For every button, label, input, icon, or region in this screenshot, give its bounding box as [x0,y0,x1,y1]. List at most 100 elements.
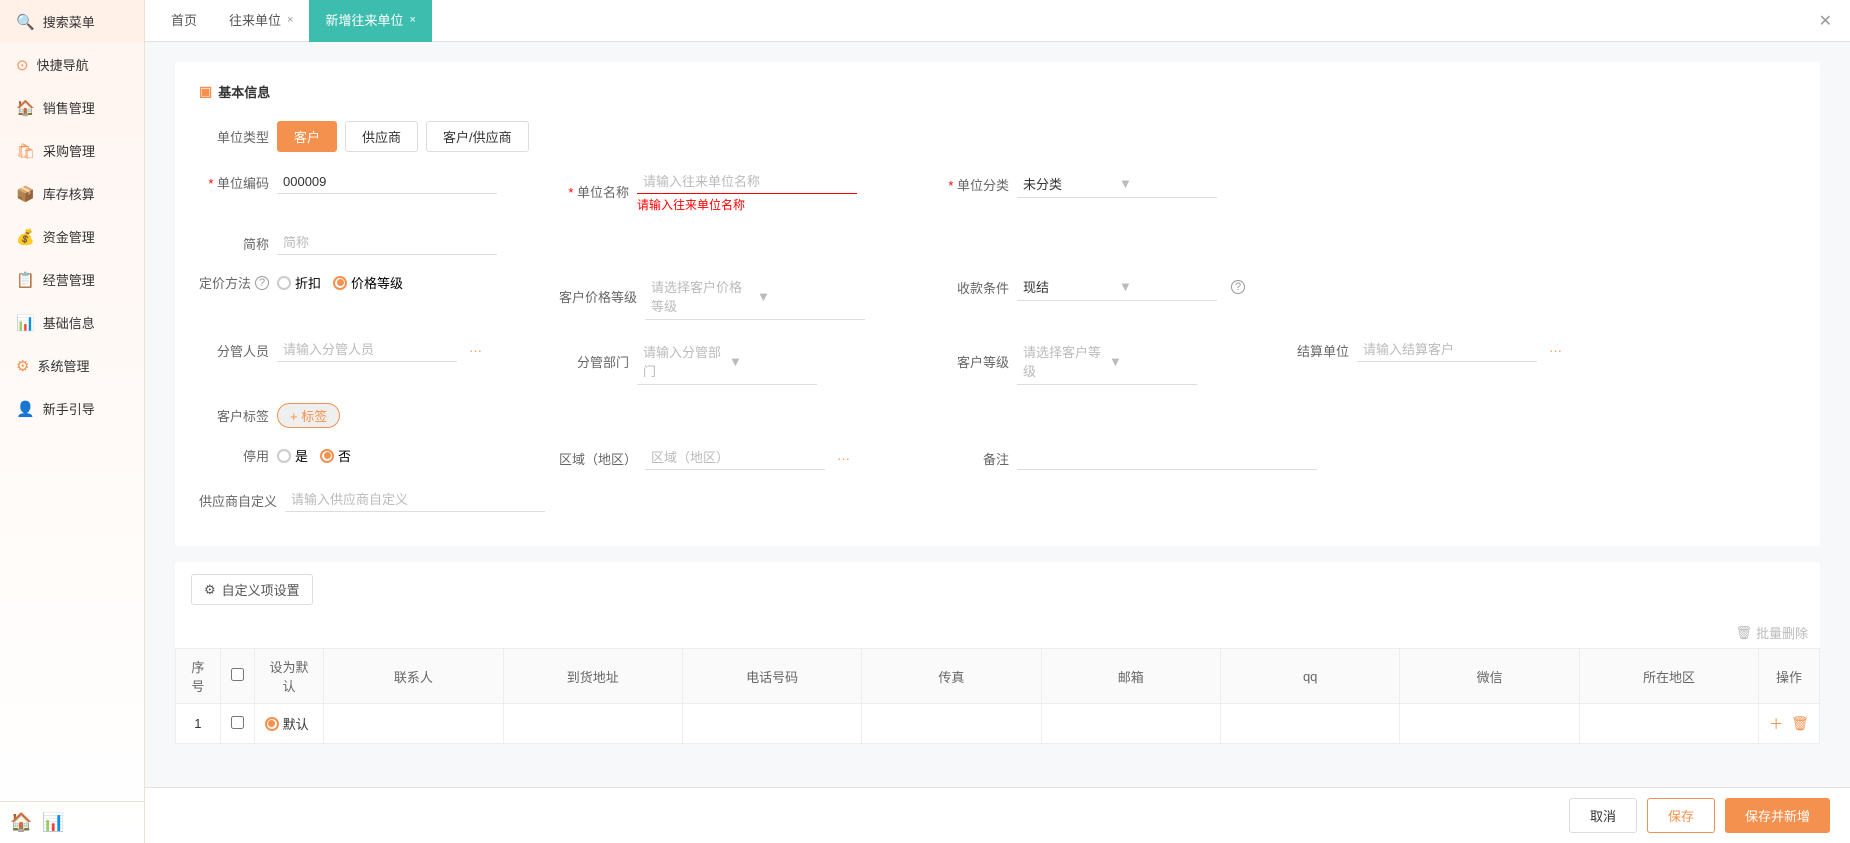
pricing-radio-group: 折扣 价格等级 [277,273,403,292]
sidebar-label-basic: 基础信息 [43,313,95,332]
quicknav-icon: ⊙ [16,56,29,74]
save-add-button[interactable]: 保存并新增 [1725,798,1830,833]
unit-code-input[interactable] [277,170,497,194]
tab-new-partner-close[interactable]: × [409,14,415,26]
type-btn-customer[interactable]: 客户 [277,121,337,152]
tab-partners-close[interactable]: × [287,14,293,26]
disabled-region-row: 停用 是 否 区域（地区） ··· [199,446,1796,470]
payment-condition-select[interactable]: 现结 ▼ [1017,273,1217,301]
cell-phone[interactable] [682,704,861,744]
sidebar-item-inventory[interactable]: 📦 库存核算 [0,172,144,215]
unit-name-input[interactable] [637,170,857,194]
unit-category-group: 单位分类 未分类 ▼ [939,170,1289,198]
pricing-radio-discount[interactable]: 折扣 [277,273,321,292]
pricing-row: 定价方法 ? 折扣 价格等级 客户 [199,273,1796,320]
tab-home[interactable]: 首页 [155,0,213,42]
add-row-button[interactable]: ＋ [1769,714,1783,734]
col-address: 到货地址 [503,649,682,704]
pricing-method-label: 定价方法 ? [199,273,269,292]
unit-type-group: 单位类型 客户 供应商 客户/供应商 [199,121,799,152]
sales-icon: 🏠 [16,99,35,117]
section-icon: ▣ [199,83,212,100]
region-cell-input[interactable] [1590,712,1748,735]
delete-row-button[interactable]: 🗑 [1791,715,1809,732]
type-btn-supplier[interactable]: 供应商 [345,121,418,152]
customer-price-level-select[interactable]: 请选择客户价格等级 ▼ [645,273,865,320]
finance-icon: 💰 [16,228,35,246]
manager-input[interactable] [277,338,457,362]
manager-more-btn[interactable]: ··· [465,343,486,358]
phone-input[interactable] [693,712,851,735]
unit-code-group: 单位编码 [199,170,539,194]
sidebar-item-purchase[interactable]: 🛍 采购管理 [0,129,144,172]
department-group: 分管部门 请输入分管部门 ▼ [559,338,919,385]
sidebar-item-finance[interactable]: 💰 资金管理 [0,215,144,258]
fax-input[interactable] [872,712,1030,735]
remark-input[interactable] [1017,446,1317,470]
table-section: ⚙ 自定义项设置 🗑 批量删除 序号 设为默认 联系人 到货地址 [175,562,1820,744]
add-tag-button[interactable]: + 标签 [277,403,340,428]
default-radio[interactable]: 默认 [265,714,313,733]
region-more-btn[interactable]: ··· [833,451,854,466]
save-button[interactable]: 保存 [1647,798,1715,833]
col-checkbox [220,649,254,704]
sidebar-item-operation[interactable]: 📋 经营管理 [0,258,144,301]
short-name-input[interactable] [277,231,497,255]
unit-type-label: 单位类型 [199,127,269,146]
email-input[interactable] [1052,712,1210,735]
supplier-custom-input[interactable] [285,488,545,512]
tab-new-partner[interactable]: 新增往来单位 × [309,0,431,42]
cell-address[interactable] [503,704,682,744]
gear-icon: ⚙ [204,582,216,598]
table-actions-bar: 🗑 批量删除 [175,617,1820,648]
tab-partners[interactable]: 往来单位 × [213,0,309,42]
sidebar-bottom-home-icon[interactable]: 🏠 [10,812,32,833]
customer-level-arrow: ▼ [1109,354,1191,369]
unit-category-select[interactable]: 未分类 ▼ [1017,170,1217,198]
customer-level-select[interactable]: 请选择客户等级 ▼ [1017,338,1197,385]
region-input[interactable] [645,446,825,470]
default-label: 默认 [283,714,309,733]
sidebar-item-search[interactable]: 🔍 搜索菜单 [0,0,144,43]
sidebar-item-sales[interactable]: 🏠 销售管理 [0,86,144,129]
row-checkbox[interactable] [231,716,244,729]
supplier-custom-row: 供应商自定义 [199,488,1796,512]
contact-input[interactable] [334,712,492,735]
settlement-more-btn[interactable]: ··· [1545,343,1566,358]
custom-settings-button[interactable]: ⚙ 自定义项设置 [191,574,313,605]
cell-index: 1 [176,704,221,744]
tabs-global-close[interactable]: ✕ [1811,11,1840,31]
short-name-label: 简称 [199,234,269,253]
settlement-input[interactable] [1357,338,1537,362]
select-all-checkbox[interactable] [231,668,244,681]
cancel-button[interactable]: 取消 [1569,798,1637,833]
cell-checkbox[interactable] [220,704,254,744]
wechat-input[interactable] [1410,712,1568,735]
disabled-yes-radio[interactable]: 是 [277,446,308,465]
sidebar-item-system[interactable]: ⚙ 系统管理 [0,344,144,387]
cell-email[interactable] [1041,704,1220,744]
customer-price-level-arrow: ▼ [757,289,859,304]
batch-delete-button[interactable]: 🗑 批量删除 [1735,623,1808,642]
payment-condition-value: 现结 [1023,277,1115,296]
sidebar-item-quicknav[interactable]: ⊙ 快捷导航 [0,43,144,86]
payment-condition-help[interactable]: ? [1231,280,1245,294]
sidebar-item-basic[interactable]: 📊 基础信息 [0,301,144,344]
pricing-method-help[interactable]: ? [255,276,269,290]
cell-qq[interactable] [1220,704,1400,744]
purchase-icon: 🛍 [16,142,35,160]
short-name-row: 简称 [199,231,1796,255]
disabled-no-radio[interactable]: 否 [320,446,351,465]
cell-contact[interactable] [324,704,503,744]
department-select[interactable]: 请输入分管部门 ▼ [637,338,817,385]
address-input[interactable] [514,712,672,735]
sidebar-label-purchase: 采购管理 [43,141,95,160]
cell-region[interactable] [1579,704,1758,744]
qq-input[interactable] [1231,712,1390,735]
sidebar-bottom-chart-icon[interactable]: 📊 [42,812,64,833]
cell-wechat[interactable] [1400,704,1579,744]
sidebar-item-newbie[interactable]: 👤 新手引导 [0,387,144,430]
type-btn-both[interactable]: 客户/供应商 [426,121,529,152]
pricing-radio-level[interactable]: 价格等级 [333,273,403,292]
cell-fax[interactable] [862,704,1041,744]
